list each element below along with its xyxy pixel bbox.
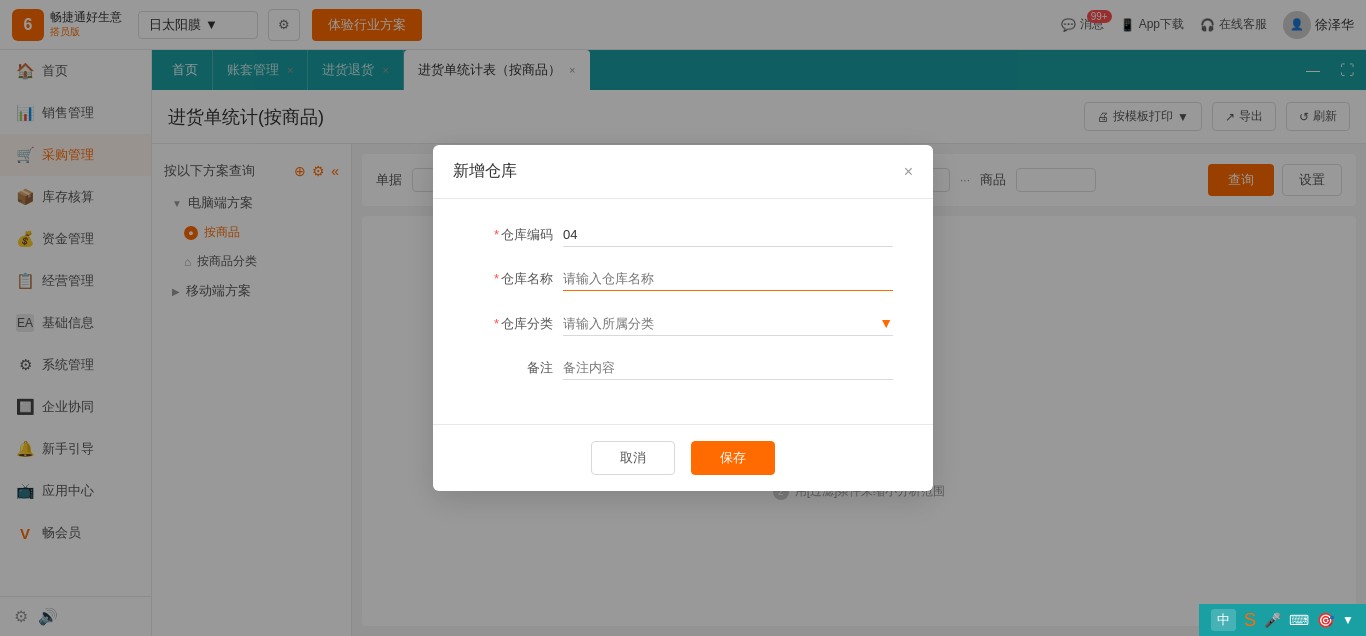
keyboard-icon[interactable]: ⌨ [1289, 612, 1309, 628]
bottom-status-bar: 中 S 🎤 ⌨ 🎯 ▼ [1199, 604, 1366, 636]
form-row-category: 仓库分类 ▼ [473, 311, 893, 336]
form-row-note: 备注 [473, 356, 893, 380]
modal-title: 新增仓库 [453, 161, 517, 182]
modal-body: 仓库编码 仓库名称 仓库分类 ▼ 备注 [433, 199, 933, 424]
category-select[interactable]: ▼ [563, 311, 893, 336]
form-row-name: 仓库名称 [473, 267, 893, 291]
target-icon[interactable]: 🎯 [1317, 612, 1334, 628]
cancel-button[interactable]: 取消 [591, 441, 675, 475]
save-button[interactable]: 保存 [691, 441, 775, 475]
status-chevron[interactable]: ▼ [1342, 613, 1354, 627]
status-lang[interactable]: 中 [1211, 609, 1236, 631]
category-chevron-icon: ▼ [879, 315, 893, 331]
category-input[interactable] [563, 316, 879, 331]
modal-close-button[interactable]: × [904, 163, 913, 181]
name-input[interactable] [563, 267, 893, 291]
modal-header: 新增仓库 × [433, 145, 933, 199]
form-row-code: 仓库编码 [473, 223, 893, 247]
modal-footer: 取消 保存 [433, 424, 933, 491]
category-label: 仓库分类 [473, 315, 553, 333]
note-input[interactable] [563, 356, 893, 380]
code-label: 仓库编码 [473, 226, 553, 244]
mic-icon[interactable]: 🎤 [1264, 612, 1281, 628]
modal-overlay[interactable]: 新增仓库 × 仓库编码 仓库名称 仓库分类 ▼ [0, 0, 1366, 636]
s-logo: S [1244, 610, 1256, 631]
name-label: 仓库名称 [473, 270, 553, 288]
code-input[interactable] [563, 223, 893, 247]
note-label: 备注 [473, 359, 553, 377]
modal-new-warehouse: 新增仓库 × 仓库编码 仓库名称 仓库分类 ▼ [433, 145, 933, 491]
